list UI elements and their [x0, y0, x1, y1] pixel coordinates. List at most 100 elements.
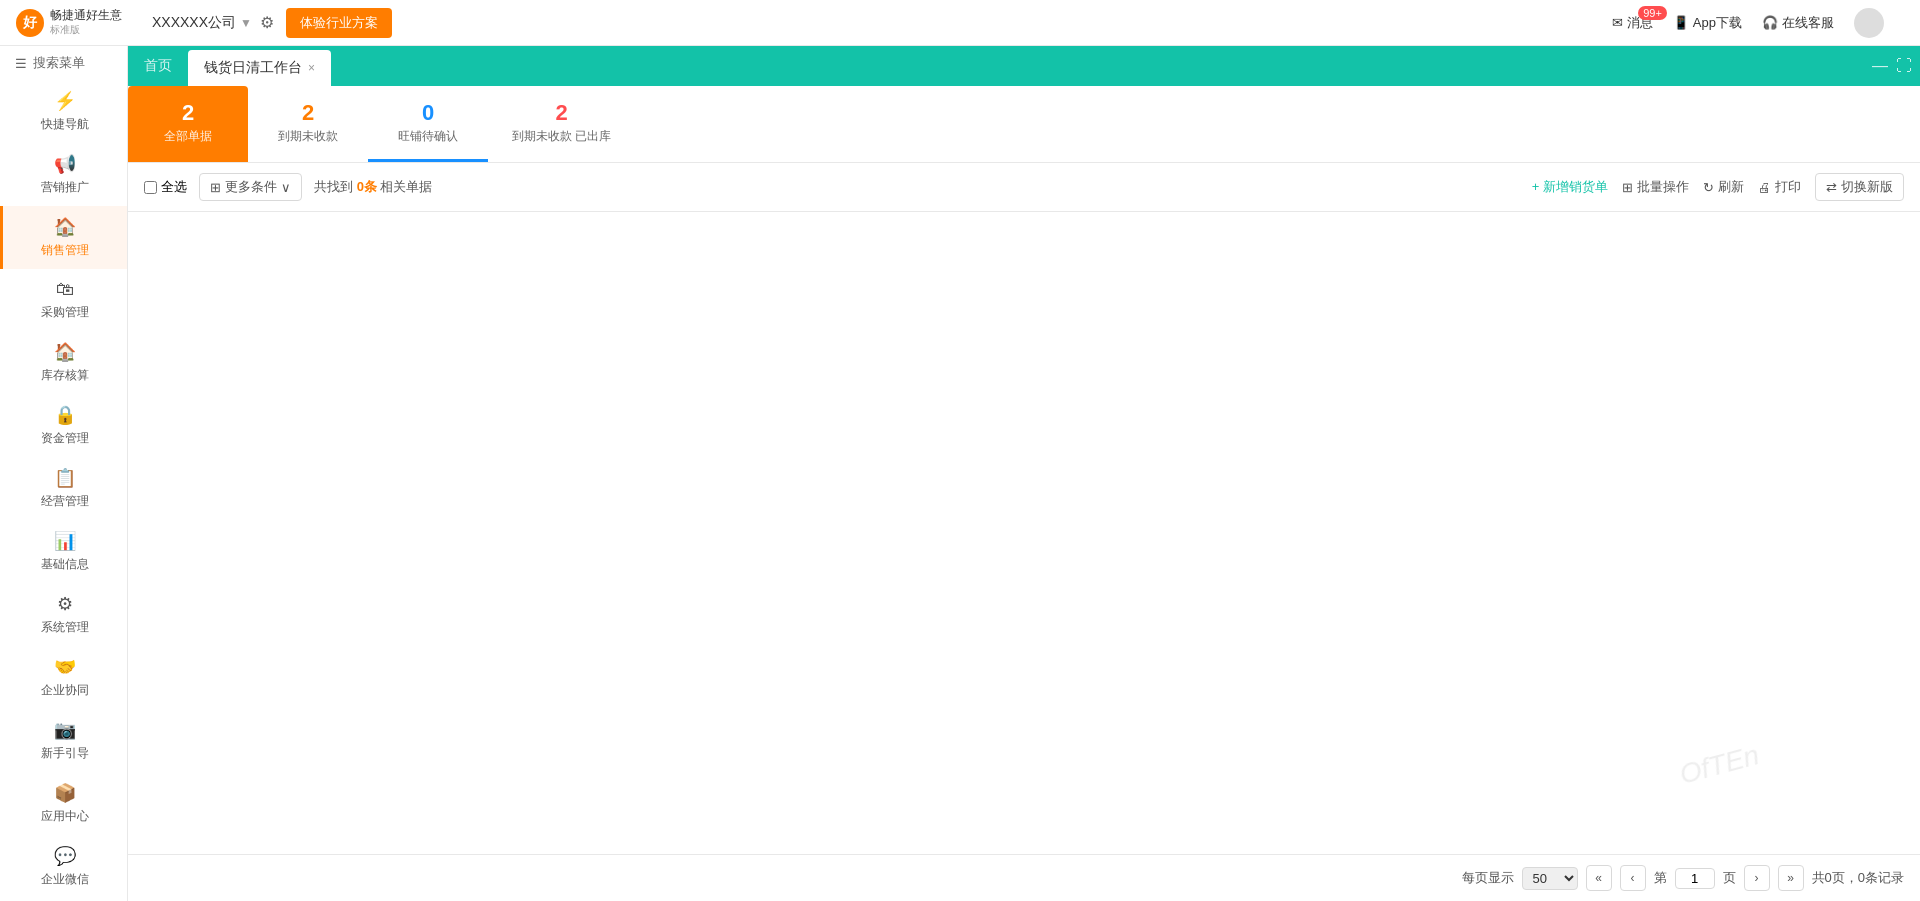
print-button[interactable]: 🖨 打印 [1758, 178, 1801, 196]
stat-card-all[interactable]: 2 全部单据 [128, 86, 248, 162]
sidebar-item-system[interactable]: ⚙ 系统管理 [0, 583, 127, 646]
company-selector[interactable]: XXXXXX公司 ▼ [152, 14, 252, 32]
settings-icon[interactable]: ⚙ [260, 13, 274, 32]
prev-page-button[interactable]: ‹ [1620, 865, 1646, 891]
print-icon: 🖨 [1758, 180, 1771, 195]
search-sidebar-icon: ☰ [15, 56, 27, 71]
download-icon: 📱 [1673, 15, 1689, 30]
logo-text-area: 畅捷通好生意 标准版 [50, 8, 122, 38]
app-download-label: App下载 [1693, 14, 1742, 32]
stat-card-wangpu[interactable]: 0 旺铺待确认 [368, 86, 488, 162]
sidebar-marketing-label: 营销推广 [41, 179, 89, 196]
per-page-select[interactable]: 50 100 [1522, 867, 1578, 890]
sidebar-inventory-label: 库存核算 [41, 367, 89, 384]
sidebar: ☰ 搜索菜单 ⚡ 快捷导航 📢 营销推广 🏠 销售管理 🛍 采购管理 🏠 库存核… [0, 46, 128, 901]
sidebar-item-operation[interactable]: 📋 经营管理 [0, 457, 127, 520]
top-bar: 好 畅捷通好生意 标准版 XXXXXX公司 ▼ ⚙ 体验行业方案 ✉ 消息 99… [0, 0, 1920, 46]
sidebar-item-app-center[interactable]: 📦 应用中心 [0, 772, 127, 835]
sidebar-item-basic[interactable]: 📊 基础信息 [0, 520, 127, 583]
last-page-button[interactable]: » [1778, 865, 1804, 891]
top-bar-right: ✉ 消息 99+ 📱 App下载 🎧 在线客服 [1612, 8, 1904, 38]
message-badge: 99+ [1638, 6, 1667, 20]
sidebar-operation-label: 经营管理 [41, 493, 89, 510]
online-service-button[interactable]: 🎧 在线客服 [1762, 14, 1834, 32]
logo-area: 好 畅捷通好生意 标准版 [16, 8, 144, 38]
stat-card-overdue[interactable]: 2 到期未收款 [248, 86, 368, 162]
chevron-down-icon: ▼ [240, 16, 252, 30]
select-all-input[interactable] [144, 181, 157, 194]
tab-active[interactable]: 钱货日清工作台 × [188, 50, 331, 86]
stat-label-wangpu: 旺铺待确认 [392, 128, 464, 145]
tab-maximize-icon[interactable]: ⛶ [1896, 57, 1912, 75]
inventory-icon: 🏠 [54, 341, 76, 363]
sidebar-purchase-label: 采购管理 [41, 304, 89, 321]
app-download-button[interactable]: 📱 App下载 [1673, 14, 1742, 32]
sales-icon: 🏠 [54, 216, 76, 238]
cooperation-icon: 🤝 [54, 656, 76, 678]
batch-icon: ⊞ [1622, 180, 1633, 195]
result-text: 共找到 0条 相关单据 [314, 178, 432, 196]
first-page-button[interactable]: « [1586, 865, 1612, 891]
page-content: 2 全部单据 2 到期未收款 0 旺铺待确认 2 到期未收款 已出库 [128, 86, 1920, 901]
toolbar-right: + 新增销货单 ⊞ 批量操作 ↻ 刷新 🖨 打印 ⇄ [1532, 173, 1904, 201]
sidebar-item-inventory[interactable]: 🏠 库存核算 [0, 331, 127, 394]
filter-button[interactable]: ⊞ 更多条件 ∨ [199, 173, 302, 201]
refresh-button[interactable]: ↻ 刷新 [1703, 178, 1744, 196]
add-sale-button[interactable]: + 新增销货单 [1532, 178, 1608, 196]
system-icon: ⚙ [57, 593, 73, 615]
tab-close-icon[interactable]: × [308, 61, 315, 75]
sidebar-item-sales[interactable]: 🏠 销售管理 [0, 206, 127, 269]
trial-button[interactable]: 体验行业方案 [286, 8, 392, 38]
message-button[interactable]: ✉ 消息 99+ [1612, 14, 1653, 32]
sidebar-item-purchase[interactable]: 🛍 采购管理 [0, 269, 127, 331]
sidebar-app-center-label: 应用中心 [41, 808, 89, 825]
tab-home[interactable]: 首页 [128, 46, 188, 86]
operation-icon: 📋 [54, 467, 76, 489]
avatar[interactable] [1854, 8, 1884, 38]
finance-icon: 🔒 [54, 404, 76, 426]
page-label: 第 [1654, 869, 1667, 887]
print-label: 打印 [1775, 178, 1801, 196]
refresh-label: 刷新 [1718, 178, 1744, 196]
filter-chevron-icon: ∨ [281, 180, 291, 195]
page-number-input[interactable]: 1 [1675, 868, 1715, 889]
basic-icon: 📊 [54, 530, 76, 552]
sidebar-search-label: 搜索菜单 [33, 54, 85, 72]
result-suffix: 相关单据 [380, 179, 432, 194]
tab-home-label: 首页 [144, 57, 172, 75]
sidebar-item-quick-nav[interactable]: ⚡ 快捷导航 [0, 80, 127, 143]
total-info: 共0页，0条记录 [1812, 869, 1904, 887]
sidebar-item-marketing[interactable]: 📢 营销推广 [0, 143, 127, 206]
tab-minimize-icon[interactable]: — [1872, 57, 1888, 75]
stat-label-all: 全部单据 [152, 128, 224, 145]
sidebar-finance-label: 资金管理 [41, 430, 89, 447]
refresh-icon: ↻ [1703, 180, 1714, 195]
stat-number-all: 2 [152, 100, 224, 126]
purchase-icon: 🛍 [56, 279, 74, 300]
sidebar-item-finance[interactable]: 🔒 资金管理 [0, 394, 127, 457]
batch-button[interactable]: ⊞ 批量操作 [1622, 178, 1689, 196]
stat-number-wangpu: 0 [392, 100, 464, 126]
sidebar-sales-label: 销售管理 [41, 242, 89, 259]
select-all-label: 全选 [161, 178, 187, 196]
switch-new-button[interactable]: ⇄ 切换新版 [1815, 173, 1904, 201]
pagination-bar: 每页显示 50 100 « ‹ 第 1 页 › » 共0页，0条记录 [128, 854, 1920, 901]
content-area: 首页 钱货日清工作台 × — ⛶ 2 全部单据 2 到期未收款 [128, 46, 1920, 901]
sidebar-item-cooperation[interactable]: 🤝 企业协同 [0, 646, 127, 709]
sidebar-item-wechat[interactable]: 💬 企业微信 [0, 835, 127, 898]
app-center-icon: 📦 [54, 782, 76, 804]
company-name: XXXXXX公司 [152, 14, 236, 32]
result-count: 0条 [357, 179, 377, 194]
sidebar-item-search[interactable]: ☰ 搜索菜单 [0, 46, 127, 80]
sidebar-wechat-label: 企业微信 [41, 871, 89, 888]
next-page-button[interactable]: › [1744, 865, 1770, 891]
stat-number-shipped: 2 [512, 100, 611, 126]
app-badge: 标准版 [50, 23, 122, 37]
online-service-label: 在线客服 [1782, 14, 1834, 32]
sidebar-basic-label: 基础信息 [41, 556, 89, 573]
stat-card-shipped[interactable]: 2 到期未收款 已出库 [488, 86, 635, 162]
page-label-end: 页 [1723, 869, 1736, 887]
select-all-checkbox[interactable]: 全选 [144, 178, 187, 196]
sidebar-item-guide[interactable]: 📷 新手引导 [0, 709, 127, 772]
logo-icon: 好 [16, 9, 44, 37]
